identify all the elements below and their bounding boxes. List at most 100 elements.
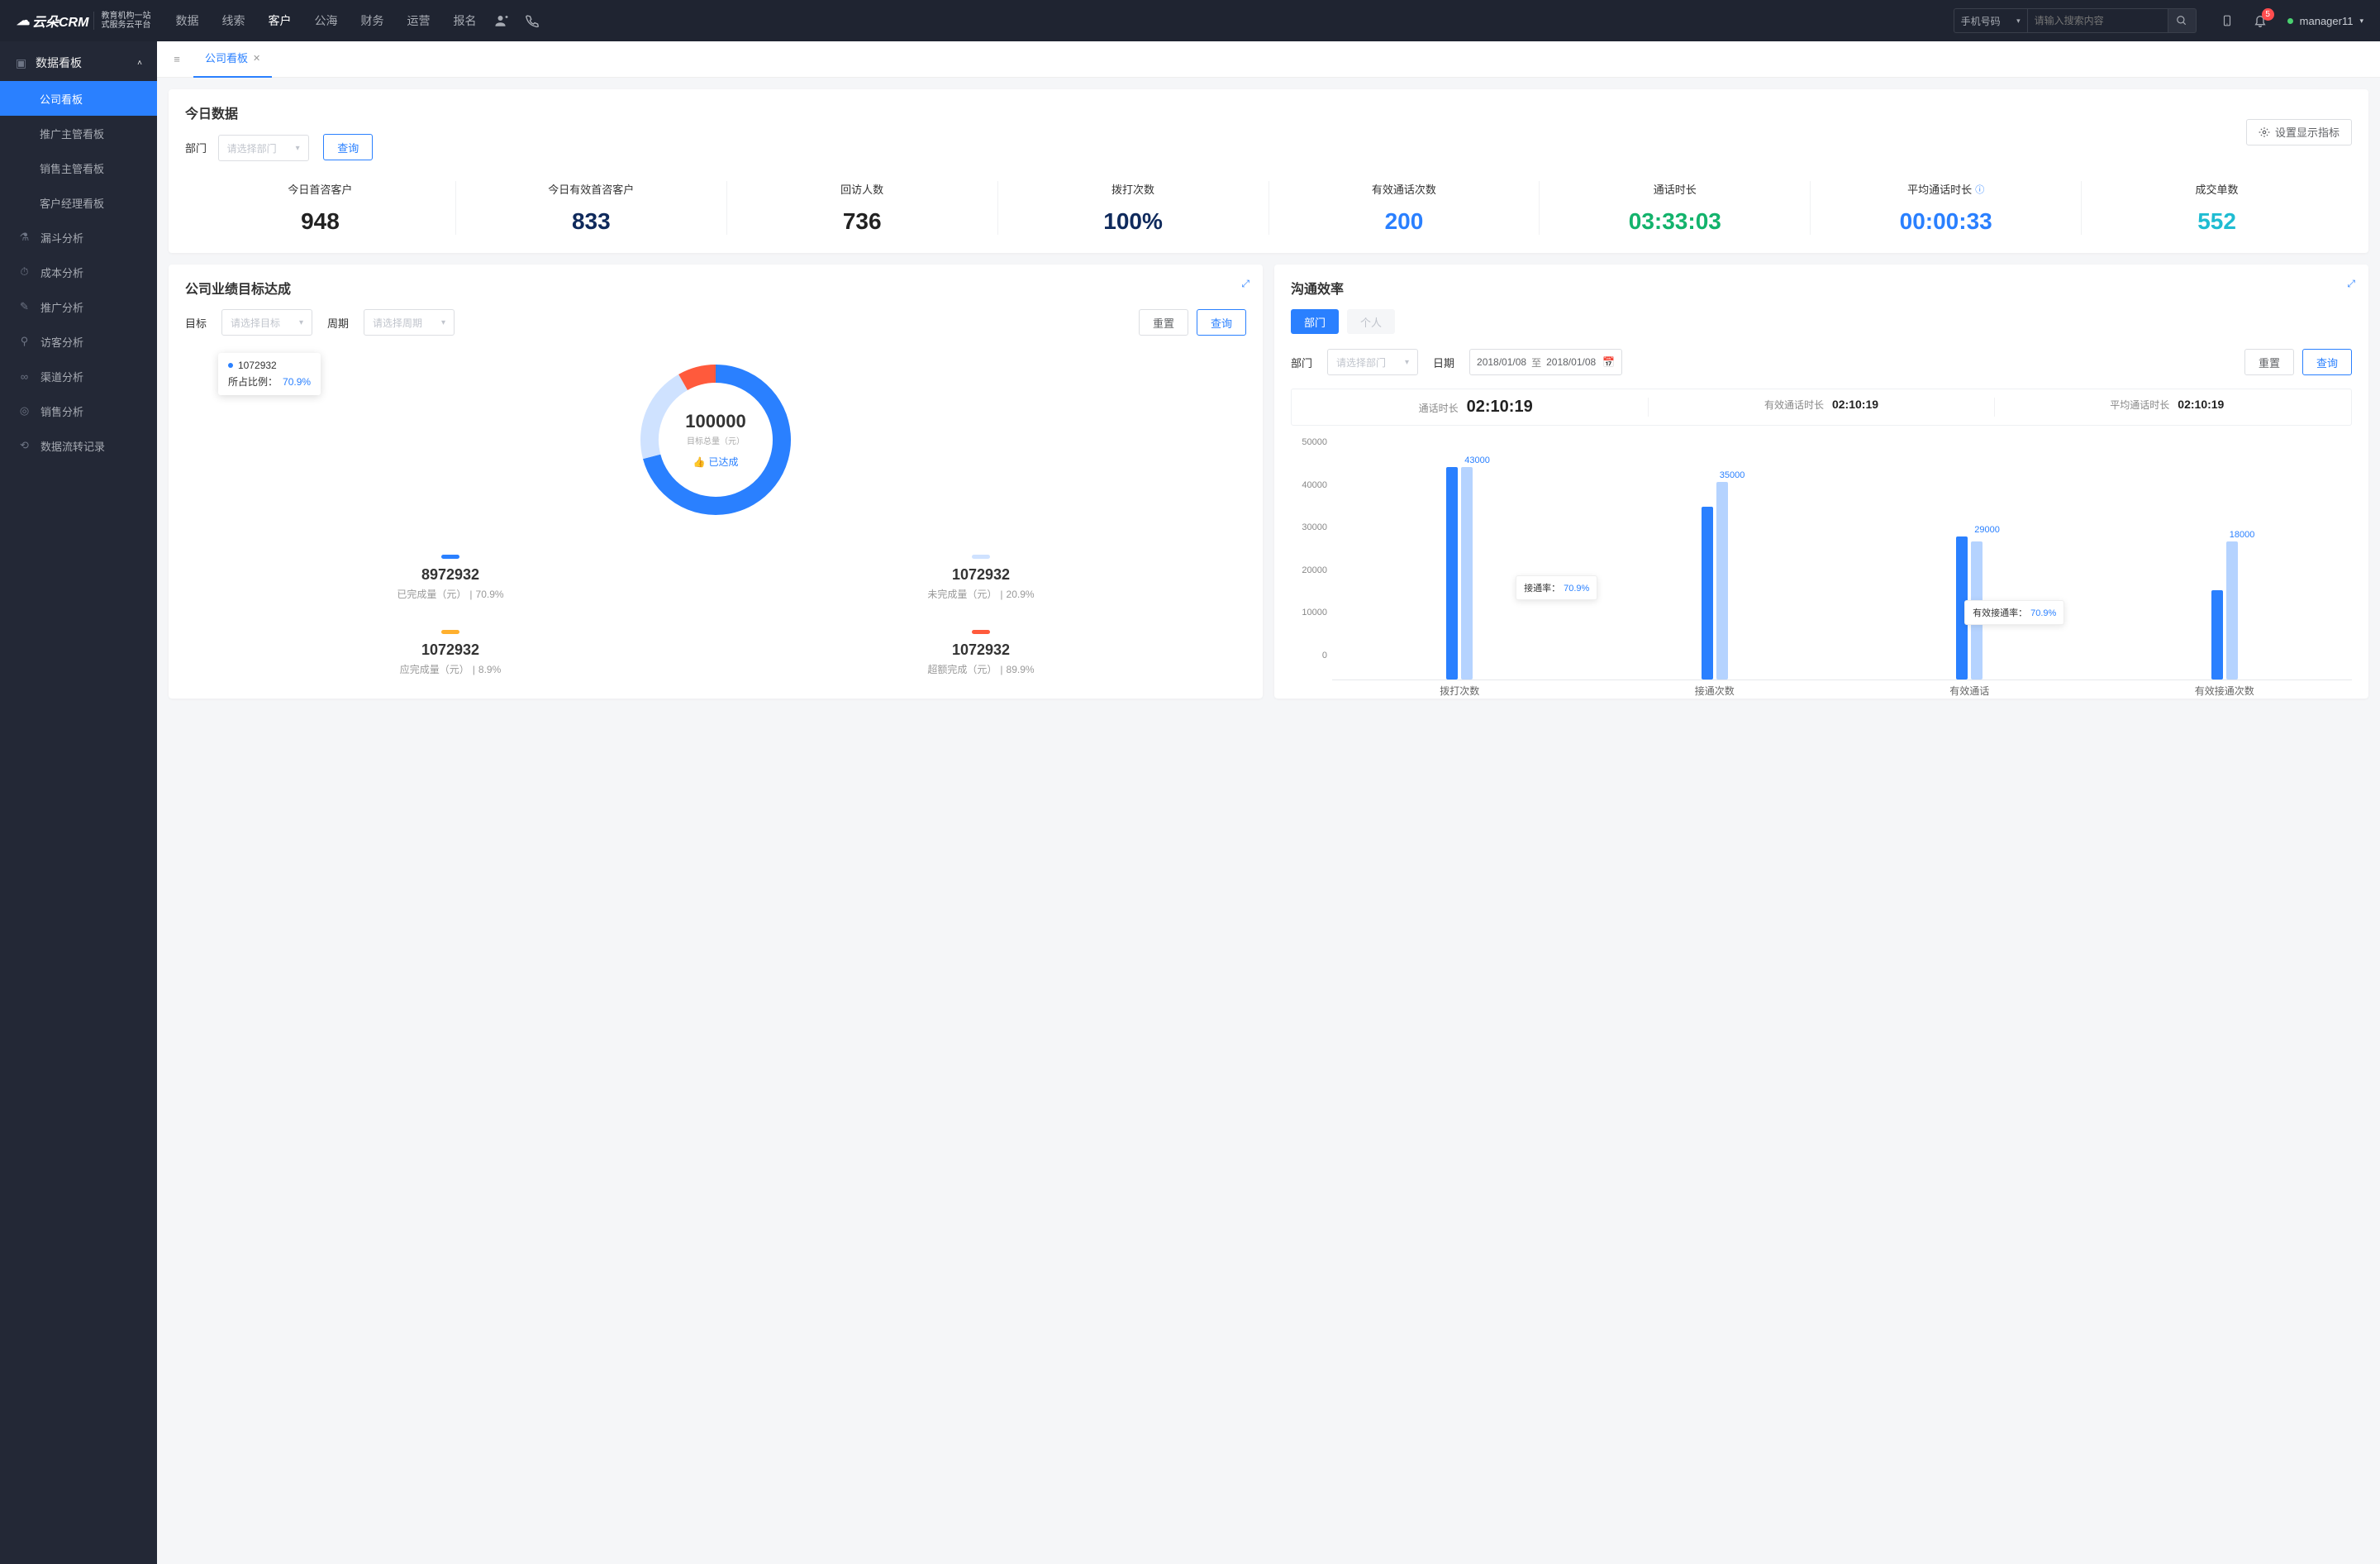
tab-company-board[interactable]: 公司看板 ✕ [193,41,272,78]
goal-select[interactable]: 请选择目标▾ [221,309,312,336]
target-query-button[interactable]: 查询 [1197,309,1246,336]
sidebar-item[interactable]: ∞渠道分析 [0,359,157,393]
comm-reset-button[interactable]: 重置 [2244,349,2294,375]
chart-tooltip: 有效接通率：70.9% [1964,600,2064,625]
chevron-down-icon: ▾ [296,144,300,153]
chevron-up-icon: ˄ [137,59,142,68]
stat-card: 成交单数552 [2082,181,2352,235]
comm-tab-person[interactable]: 个人 [1347,309,1395,334]
menu-icon: ◎ [18,404,31,417]
comm-date-range[interactable]: 2018/01/08 至 2018/01/08 📅 [1469,349,1622,375]
comm-tab-dept[interactable]: 部门 [1291,309,1339,334]
stat-card: 今日有效首咨客户833 [456,181,727,235]
mobile-icon[interactable] [2220,13,2235,28]
today-query-button[interactable]: 查询 [323,134,373,160]
target-panel: ⤢ 公司业绩目标达成 目标 请选择目标▾ 周期 请选择周期▾ 重置 查询 [169,265,1263,699]
sidebar-item[interactable]: ⚗漏斗分析 [0,220,157,255]
donut-center: 100000 目标总量（元） 👍已达成 [685,411,745,469]
sidebar-item[interactable]: ⏱成本分析 [0,255,157,289]
chart-tooltip: 接通率：70.9% [1516,575,1597,600]
expand-icon[interactable]: ⤢ [2347,278,2355,290]
search-button[interactable] [2168,8,2197,33]
comm-dept-label: 部门 [1291,355,1312,370]
comm-query-button[interactable]: 查询 [2302,349,2352,375]
donut-tooltip: 1072932 所占比例：70.9% [218,353,321,395]
menu-icon: ✎ [18,300,31,313]
comm-title: 沟通效率 [1291,278,2352,298]
stat-card: 通话时长03:33:03 [1540,181,1811,235]
stat-card: 有效通话次数200 [1269,181,1540,235]
nav-item[interactable]: 数据 [175,12,198,29]
stat-card: 今日首咨客户948 [185,181,456,235]
nav-item[interactable]: 线索 [221,12,245,29]
nav-item[interactable]: 报名 [453,12,476,29]
notifications-icon[interactable]: 5 [2253,13,2268,28]
sidebar-item[interactable]: ⚲访客分析 [0,324,157,359]
sidebar-item[interactable]: 销售主管看板 [0,150,157,185]
status-dot [2287,18,2293,24]
comm-panel: ⤢ 沟通效率 部门 个人 部门 请选择部门▾ 日期 2018/01/08 [1274,265,2368,699]
sidebar-item[interactable]: ✎推广分析 [0,289,157,324]
info-icon: ⓘ [1975,183,1984,196]
comm-metrics: 通话时长02:10:19有效通话时长02:10:19平均通话时长02:10:19 [1291,389,2352,426]
search-input[interactable] [2028,8,2168,33]
comm-date-label: 日期 [1433,355,1454,370]
comm-dept-select[interactable]: 请选择部门▾ [1327,349,1418,375]
target-title: 公司业绩目标达成 [185,278,1246,298]
metric: 通话时长02:10:19 [1303,398,1649,417]
stat-card: 平均通话时长ⓘ00:00:33 [1811,181,2082,235]
add-user-icon[interactable] [494,13,509,28]
user-name: manager11 [2300,15,2354,27]
sidebar-item[interactable]: ⟲数据流转记录 [0,428,157,463]
brand: ☁ 云朵CRM 教育机构一站 式服务云平台 [17,11,150,31]
cloud-icon: ☁ [17,12,30,29]
nav-item[interactable]: 运营 [407,12,430,29]
collapse-sidebar-icon[interactable]: ≡ [167,53,187,65]
legend-item: 1072932未完成量（元）|20.9% [716,549,1246,601]
sidebar-group-data-board[interactable]: ▣ 数据看板 ˄ [0,45,157,81]
settings-targets-button[interactable]: 设置显示指标 [2246,119,2352,145]
close-icon[interactable]: ✕ [253,41,260,77]
legend-item: 8972932已完成量（元）|70.9% [185,549,716,601]
sidebar-item[interactable]: 推广主管看板 [0,116,157,150]
target-donut-chart: 100000 目标总量（元） 👍已达成 1072932 所占比例：70.9% [185,341,1246,539]
gear-icon [2259,126,2270,138]
brand-logo: ☁ 云朵CRM [17,11,88,31]
comm-bar-chart: 50000400003000020000100000 4300035000290… [1291,432,2352,680]
thumb-icon: 👍 [693,456,706,468]
brand-tagline: 教育机构一站 式服务云平台 [93,12,150,30]
menu-icon: ⟲ [18,439,31,452]
menu-icon: ⏱ [18,265,31,279]
today-panel: 今日数据 部门 请选择部门▾ 查询 设置显示指标 今日首咨客户948今日有效首咨… [169,89,2368,253]
sidebar-item[interactable]: ◎销售分析 [0,393,157,428]
menu-icon: ∞ [18,370,31,383]
sidebar-item[interactable]: 公司看板 [0,81,157,116]
notification-badge: 5 [2262,8,2274,21]
tabs-bar: ≡ 公司看板 ✕ [157,41,2380,78]
header-search: 手机号码 ▾ [1954,8,2197,33]
nav-item[interactable]: 客户 [268,12,291,29]
app-header: ☁ 云朵CRM 教育机构一站 式服务云平台 数据 线索 客户 公海 财务 运营 报名 手机号… [0,0,2380,41]
dashboard-icon: ▣ [15,56,27,70]
dept-select[interactable]: 请选择部门▾ [218,135,309,161]
menu-icon: ⚲ [18,335,31,348]
phone-icon[interactable] [524,13,539,28]
period-label: 周期 [327,315,349,331]
expand-icon[interactable]: ⤢ [1241,278,1250,290]
nav-item[interactable]: 财务 [360,12,383,29]
search-type-select[interactable]: 手机号码 ▾ [1954,8,2028,33]
main-content: ≡ 公司看板 ✕ 今日数据 部门 请选择部门▾ 查询 [157,41,2380,1564]
target-reset-button[interactable]: 重置 [1139,309,1188,336]
dept-label: 部门 [185,142,207,155]
nav-item[interactable]: 公海 [314,12,337,29]
menu-icon: ⚗ [18,231,31,244]
chevron-down-icon: ▾ [2016,17,2021,26]
metric: 平均通话时长02:10:19 [1995,398,2340,417]
user-menu[interactable]: manager11 ▾ [2287,15,2363,27]
sidebar: ▣ 数据看板 ˄ 公司看板推广主管看板销售主管看板客户经理看板 ⚗漏斗分析⏱成本… [0,41,157,1564]
calendar-icon: 📅 [1602,356,1615,368]
goal-label: 目标 [185,315,207,331]
sidebar-item[interactable]: 客户经理看板 [0,185,157,220]
metric: 有效通话时长02:10:19 [1649,398,1994,417]
period-select[interactable]: 请选择周期▾ [364,309,455,336]
